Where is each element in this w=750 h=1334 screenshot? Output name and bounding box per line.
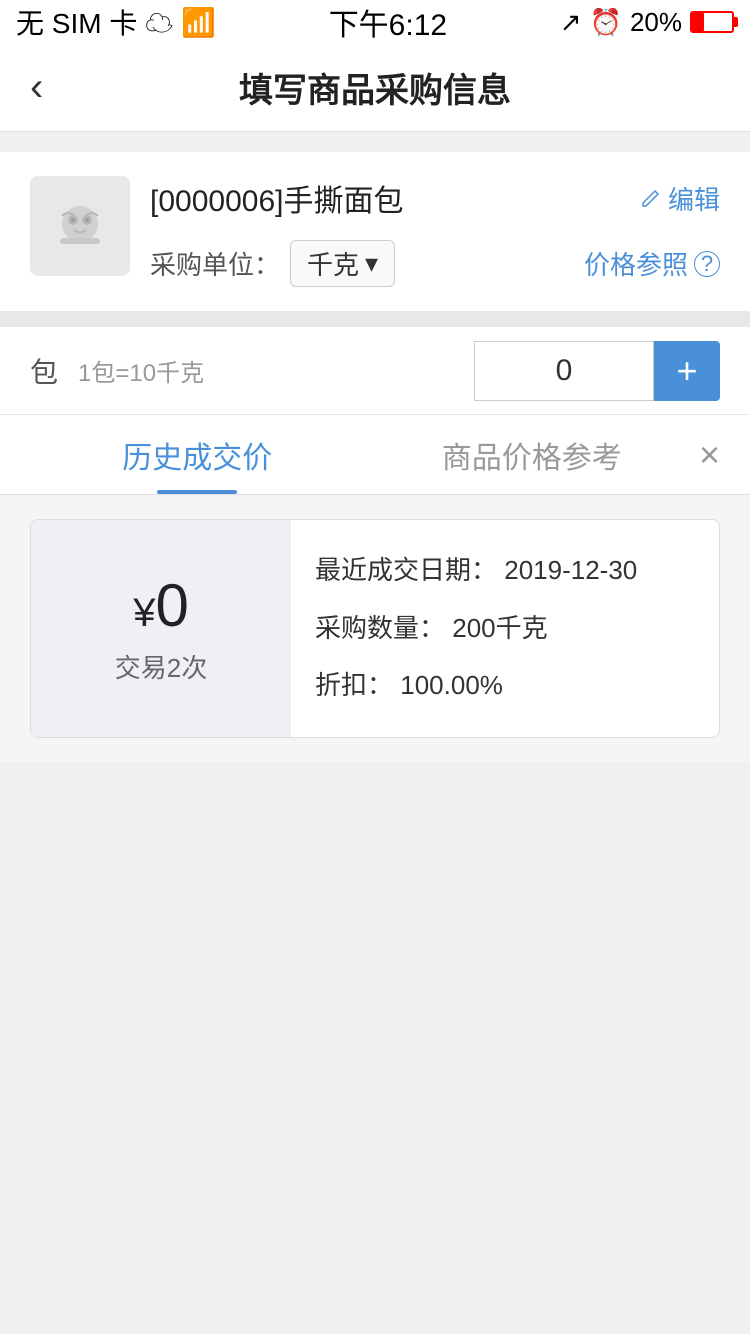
unit-selector[interactable]: 千克 ▾	[290, 240, 395, 287]
discount-row: 折扣： 100.00%	[315, 665, 695, 707]
price-display: ¥ 0	[133, 571, 189, 640]
product-card: [0000006]手撕面包 编辑 采购单位： 千克 ▾ 价格参照 ?	[0, 152, 750, 311]
product-name: [0000006]手撕面包	[150, 176, 403, 220]
header: ‹ 填写商品采购信息	[0, 44, 750, 132]
status-time: 下午6:12	[329, 0, 447, 44]
tab-product-price-ref[interactable]: 商品价格参考	[364, 415, 698, 494]
trade-count: 交易2次	[115, 648, 207, 685]
unit-row: 采购单位： 千克 ▾ 价格参照 ?	[150, 240, 720, 287]
price-reference-btn[interactable]: 价格参照 ?	[584, 245, 720, 282]
product-image	[30, 176, 130, 276]
status-left: 无 SIM 卡 ☁ 📶	[16, 2, 216, 42]
price-right-panel: 最近成交日期： 2019-12-30 采购数量： 200千克 折扣： 100.0…	[291, 520, 719, 737]
tab-history-price[interactable]: 历史成交价	[30, 415, 364, 494]
quantity-plus-button[interactable]: +	[654, 341, 720, 401]
currency-symbol: ¥	[133, 591, 155, 636]
tab-underline	[157, 490, 237, 494]
product-info: [0000006]手撕面包 编辑 采购单位： 千克 ▾ 价格参照 ?	[150, 176, 720, 287]
unit-label: 采购单位： 千克 ▾	[150, 240, 395, 287]
discount-label: 折扣：	[315, 670, 393, 700]
quantity-input[interactable]: 0	[474, 341, 654, 401]
edit-button[interactable]: 编辑	[640, 180, 720, 217]
status-bar: 无 SIM 卡 ☁ 📶 下午6:12 ↗ ⏰ 20%	[0, 0, 750, 44]
price-left-panel: ¥ 0 交易2次	[31, 520, 291, 737]
dropdown-icon: ▾	[365, 248, 378, 279]
wifi-icon: 📶	[181, 6, 216, 39]
sim-label: 无 SIM 卡 ☁	[16, 2, 173, 42]
close-button[interactable]: ×	[699, 434, 720, 476]
purchase-quantity-label: 采购数量：	[315, 613, 445, 643]
page-title: 填写商品采购信息	[239, 63, 511, 112]
tab-history-price-label: 历史成交价	[122, 433, 272, 477]
price-ref-icon: ?	[694, 251, 720, 277]
quantity-input-group: 0 +	[474, 341, 720, 401]
quantity-row: 包 1包=10千克 0 +	[0, 327, 750, 415]
price-card: ¥ 0 交易2次 最近成交日期： 2019-12-30 采购数量： 200千克 …	[30, 519, 720, 738]
location-icon: ↗	[560, 7, 582, 38]
tab-product-price-ref-label: 商品价格参考	[442, 433, 622, 477]
status-right: ↗ ⏰ 20%	[560, 7, 734, 38]
product-logo	[50, 196, 110, 256]
battery-percent: 20%	[630, 7, 682, 38]
quantity-hint: 1包=10千克	[78, 353, 204, 388]
tabs-bar: 历史成交价 商品价格参考 ×	[0, 415, 750, 495]
recent-date-row: 最近成交日期： 2019-12-30	[315, 550, 695, 592]
price-amount: 0	[155, 571, 188, 640]
recent-date-label: 最近成交日期：	[315, 555, 497, 585]
alarm-icon: ⏰	[590, 7, 622, 38]
quantity-unit-label: 包	[30, 351, 58, 391]
purchase-quantity-value: 200千克	[452, 613, 547, 643]
product-name-row: [0000006]手撕面包 编辑	[150, 176, 720, 220]
recent-date-value: 2019-12-30	[504, 555, 637, 585]
edit-icon	[640, 187, 662, 209]
back-button[interactable]: ‹	[30, 65, 43, 110]
purchase-quantity-row: 采购数量： 200千克	[315, 608, 695, 650]
history-section: ¥ 0 交易2次 最近成交日期： 2019-12-30 采购数量： 200千克 …	[0, 495, 750, 762]
battery-icon	[690, 11, 734, 33]
discount-value: 100.00%	[400, 670, 503, 700]
divider-bar	[0, 311, 750, 327]
